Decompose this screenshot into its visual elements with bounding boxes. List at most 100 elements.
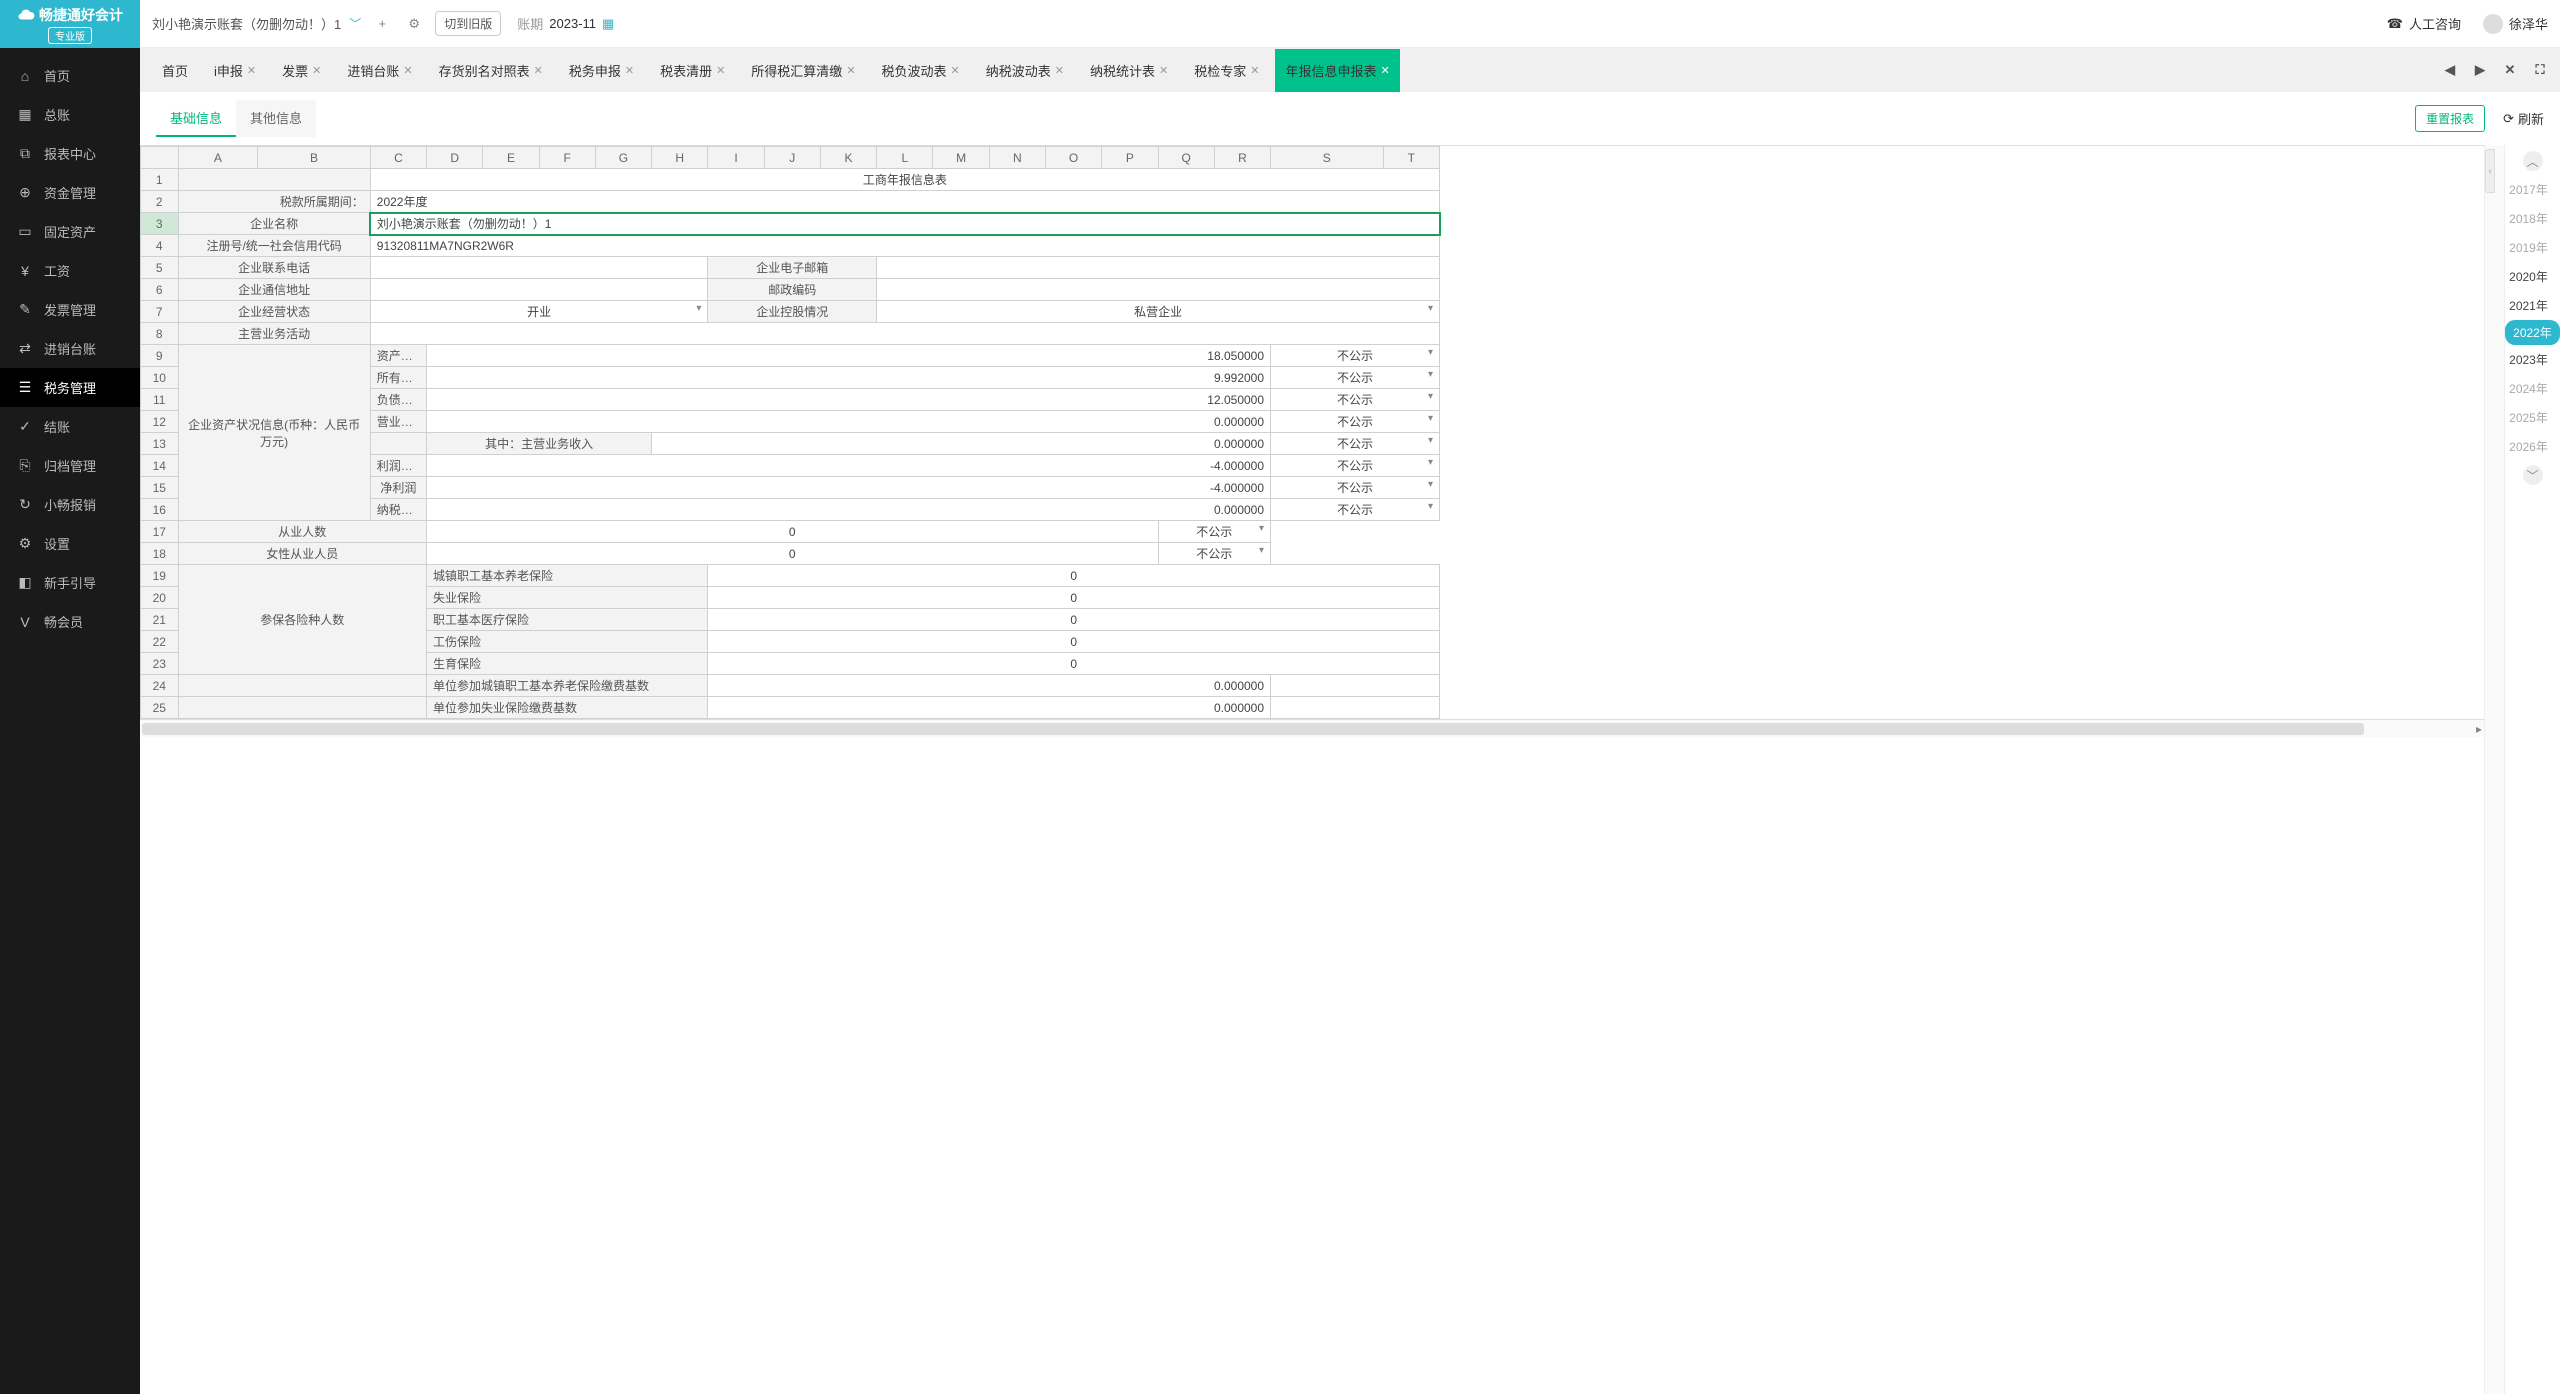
row-header[interactable]: 14 [141, 455, 179, 477]
col-header[interactable]: O [1045, 147, 1101, 169]
close-icon[interactable]: ✕ [1380, 64, 1389, 77]
publish-dropdown[interactable]: 不公示 [1271, 499, 1440, 521]
sidebar-item-ledger[interactable]: ▦总账 [0, 95, 140, 134]
tab[interactable]: 存货别名对照表✕ [429, 55, 553, 86]
row-header[interactable]: 19 [141, 565, 179, 587]
tab[interactable]: 税检专家✕ [1184, 55, 1269, 86]
cell[interactable] [1271, 675, 1440, 697]
tabs-close-button[interactable]: ✕ [2496, 56, 2524, 84]
col-header[interactable]: K [820, 147, 876, 169]
year-option[interactable]: 2018年 [2505, 204, 2560, 233]
horizontal-scrollbar[interactable]: ▸ [140, 719, 2484, 737]
year-option[interactable]: 2025年 [2505, 403, 2560, 432]
sidebar-item-guide[interactable]: ◧新手引导 [0, 563, 140, 602]
publish-dropdown[interactable]: 不公示 [1271, 389, 1440, 411]
row-header[interactable]: 16 [141, 499, 179, 521]
row-header[interactable]: 1 [141, 169, 179, 191]
row-header[interactable]: 22 [141, 631, 179, 653]
cell[interactable] [370, 257, 708, 279]
col-header[interactable]: C [370, 147, 426, 169]
row-header[interactable]: 21 [141, 609, 179, 631]
sidebar-item-close[interactable]: ✓结账 [0, 407, 140, 446]
col-header[interactable]: T [1383, 147, 1439, 169]
cell[interactable] [877, 279, 1440, 301]
sidebar-item-reimb[interactable]: ↻小畅报销 [0, 485, 140, 524]
sidebar-item-settings[interactable]: ⚙设置 [0, 524, 140, 563]
row-header[interactable]: 25 [141, 697, 179, 719]
row-header[interactable]: 8 [141, 323, 179, 345]
old-version-button[interactable]: 切到旧版 [435, 11, 501, 36]
tab[interactable]: 纳税波动表✕ [976, 55, 1074, 86]
row-header[interactable]: 24 [141, 675, 179, 697]
row-header[interactable]: 11 [141, 389, 179, 411]
cell[interactable]: 18.050000 [427, 345, 1271, 367]
tabs-expand-button[interactable]: ⛶ [2526, 56, 2554, 84]
cell[interactable]: 0.000000 [708, 675, 1271, 697]
row-header[interactable]: 20 [141, 587, 179, 609]
sidebar-item-asset[interactable]: ▭固定资产 [0, 212, 140, 251]
year-down-button[interactable]: ﹀ [2523, 465, 2543, 485]
consult-button[interactable]: ☎ 人工咨询 [2387, 14, 2461, 33]
cell[interactable]: 0 [708, 631, 1440, 653]
collapse-handle[interactable]: ‹ [2485, 149, 2495, 193]
tab[interactable]: 进销台账✕ [337, 55, 422, 86]
close-icon[interactable]: ✕ [716, 64, 725, 77]
col-header[interactable]: P [1102, 147, 1158, 169]
tabs-prev-button[interactable]: ◀ [2436, 56, 2464, 84]
tab[interactable]: 税表清册✕ [650, 55, 735, 86]
tab[interactable]: i申报✕ [204, 55, 266, 86]
sidebar-item-funds[interactable]: ⊕资金管理 [0, 173, 140, 212]
year-option[interactable]: 2022年 [2505, 320, 2560, 345]
tab[interactable]: 首页 [152, 55, 198, 86]
col-header[interactable]: N [989, 147, 1045, 169]
row-header[interactable]: 6 [141, 279, 179, 301]
tab[interactable]: 年报信息申报表✕ [1275, 49, 1399, 92]
row-header[interactable]: 15 [141, 477, 179, 499]
publish-dropdown[interactable]: 不公示 [1271, 433, 1440, 455]
mini-tab[interactable]: 其他信息 [236, 100, 316, 137]
row-header[interactable]: 13 [141, 433, 179, 455]
cell[interactable]: 9.992000 [427, 367, 1271, 389]
close-icon[interactable]: ✕ [1055, 64, 1064, 77]
cell[interactable]: 91320811MA7NGR2W6R [370, 235, 1439, 257]
year-up-button[interactable]: ︿ [2523, 151, 2543, 171]
period-selector[interactable]: 账期 2023-11 ▦ [517, 14, 614, 33]
close-icon[interactable]: ✕ [625, 64, 634, 77]
col-header[interactable]: R [1214, 147, 1270, 169]
row-header[interactable]: 12 [141, 411, 179, 433]
corner-cell[interactable] [141, 147, 179, 169]
year-option[interactable]: 2024年 [2505, 374, 2560, 403]
publish-dropdown[interactable]: 不公示 [1271, 367, 1440, 389]
publish-dropdown[interactable]: 不公示 [1271, 477, 1440, 499]
col-header[interactable]: E [483, 147, 539, 169]
row-header[interactable]: 9 [141, 345, 179, 367]
row-header[interactable]: 23 [141, 653, 179, 675]
cell[interactable]: 0.000000 [427, 411, 1271, 433]
col-header[interactable]: F [539, 147, 595, 169]
user-menu[interactable]: 徐泽华 [2483, 14, 2548, 34]
tabs-next-button[interactable]: ▶ [2466, 56, 2494, 84]
col-header[interactable]: J [764, 147, 820, 169]
close-icon[interactable]: ✕ [951, 64, 960, 77]
sidebar-item-report[interactable]: ⧉报表中心 [0, 134, 140, 173]
status-dropdown[interactable]: 开业 [370, 301, 708, 323]
row-header[interactable]: 17 [141, 521, 179, 543]
close-icon[interactable]: ✕ [534, 64, 543, 77]
col-header[interactable]: A [178, 147, 258, 169]
publish-dropdown[interactable]: 不公示 [1271, 411, 1440, 433]
row-header[interactable]: 4 [141, 235, 179, 257]
tab[interactable]: 纳税统计表✕ [1080, 55, 1178, 86]
year-option[interactable]: 2023年 [2505, 345, 2560, 374]
cell[interactable]: 0 [708, 653, 1440, 675]
cell[interactable]: -4.000000 [427, 477, 1271, 499]
sidebar-item-inout[interactable]: ⇄进销台账 [0, 329, 140, 368]
cell[interactable]: 2022年度 [370, 191, 1439, 213]
publish-dropdown[interactable]: 不公示 [1271, 455, 1440, 477]
publish-dropdown[interactable]: 不公示 [1158, 543, 1271, 565]
cell[interactable]: 0 [708, 587, 1440, 609]
spreadsheet[interactable]: ABCDEFGHIJKLMNOPQRST1工商年报信息表2税款所属期间：2022… [140, 145, 2484, 1394]
cell-selected[interactable]: 刘小艳演示账套（勿删勿动！）1 [370, 213, 1439, 235]
sidebar-item-archive[interactable]: ⎘归档管理 [0, 446, 140, 485]
col-header[interactable]: D [427, 147, 483, 169]
cell[interactable] [1271, 697, 1440, 719]
